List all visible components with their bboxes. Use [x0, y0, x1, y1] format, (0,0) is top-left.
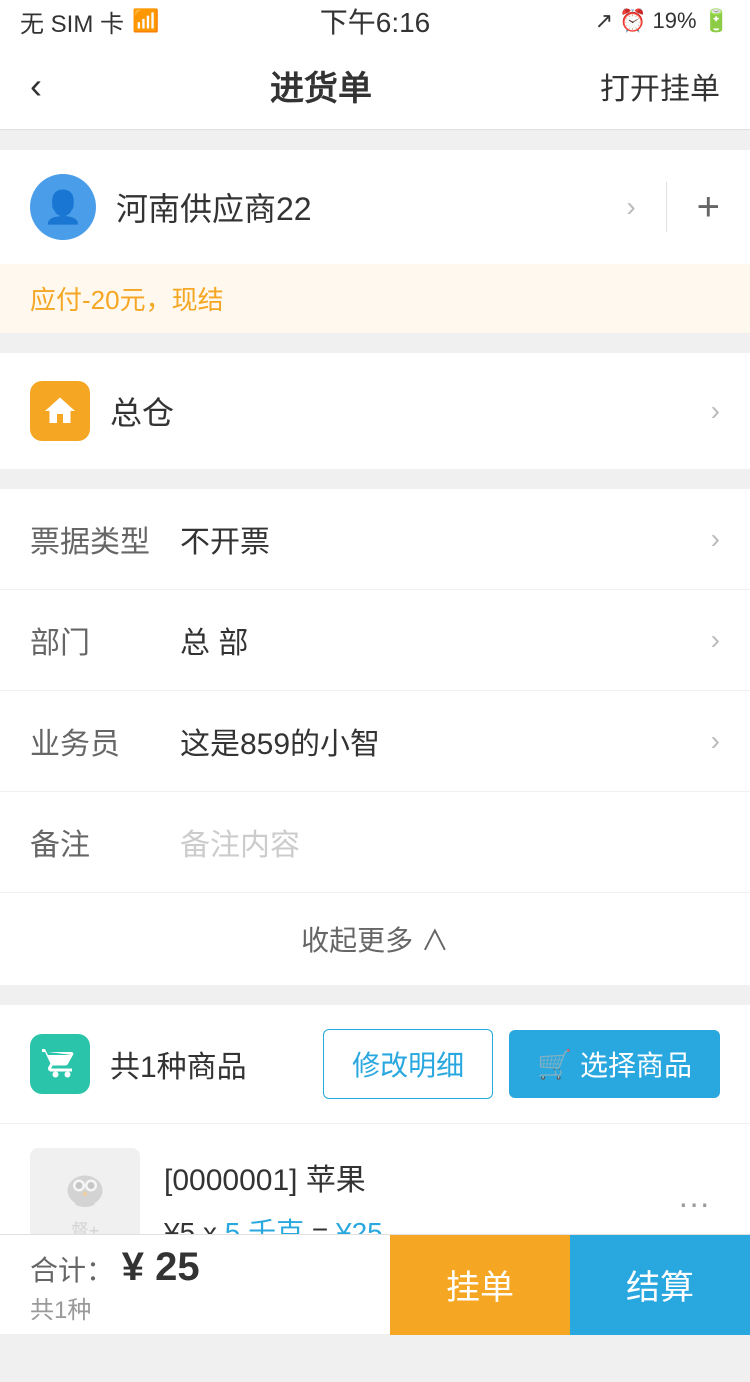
product-icon	[42, 1046, 78, 1082]
salesperson-row[interactable]: 业务员 这是859的小智 ›	[0, 690, 750, 791]
supplier-row[interactable]: 👤 河南供应商22 › +	[0, 150, 750, 264]
checkout-label: 结算	[626, 1260, 694, 1309]
total-amount: ¥ 25	[122, 1245, 200, 1289]
nav-bar: ‹ 进货单 打开挂单	[0, 42, 750, 130]
salesperson-label: 业务员	[30, 719, 170, 763]
salesperson-value: 这是859的小智	[170, 719, 711, 763]
open-hang-button[interactable]: 打开挂单	[600, 64, 720, 108]
select-product-icon: 🛒	[537, 1048, 572, 1081]
invoice-type-label: 票据类型	[30, 517, 170, 561]
status-bar-right: ↗ ⏰ 19% 🔋	[595, 8, 730, 34]
thumb-placeholder: 督+	[60, 1163, 110, 1243]
select-product-label: 选择商品	[580, 1044, 692, 1084]
product-code: [0000001]	[164, 1164, 297, 1197]
divider-1	[0, 130, 750, 150]
warehouse-row[interactable]: 总仓 ›	[0, 353, 750, 469]
invoice-type-chevron-icon: ›	[711, 523, 720, 555]
total-label: 合计：	[30, 1255, 114, 1286]
department-label: 部门	[30, 618, 170, 662]
supplier-avatar: 👤	[30, 174, 96, 240]
divider-3	[0, 469, 750, 489]
department-row[interactable]: 部门 总 部 ›	[0, 589, 750, 690]
hang-order-button[interactable]: 挂单	[390, 1235, 570, 1335]
wifi-icon: 📶	[132, 8, 159, 34]
supplier-vertical-divider	[666, 182, 667, 232]
salesperson-chevron-icon: ›	[711, 725, 720, 757]
remark-label: 备注	[30, 820, 170, 864]
page-title: 进货单	[270, 61, 372, 110]
collapse-label: 收起更多 ∧	[301, 925, 449, 956]
edit-detail-button[interactable]: 修改明细	[323, 1029, 493, 1099]
warehouse-name: 总仓	[110, 388, 711, 434]
product-section-header: 共1种商品 修改明细 🛒 选择商品	[0, 985, 750, 1123]
status-bar: 无 SIM 卡 📶 下午6:16 ↗ ⏰ 19% 🔋	[0, 0, 750, 42]
total-sub-label: 共1种	[30, 1290, 360, 1325]
total-section: 合计： ¥ 25 共1种	[0, 1245, 390, 1325]
department-chevron-icon: ›	[711, 624, 720, 656]
notice-text: 应付-20元，现结	[30, 285, 224, 315]
invoice-type-row[interactable]: 票据类型 不开票 ›	[0, 489, 750, 589]
warehouse-icon	[42, 393, 78, 429]
department-value: 总 部	[170, 618, 711, 662]
bottom-bar: 合计： ¥ 25 共1种 挂单 结算	[0, 1234, 750, 1334]
warehouse-icon-bg	[30, 381, 90, 441]
add-button[interactable]: +	[697, 185, 720, 230]
warehouse-section: 总仓 ›	[0, 353, 750, 469]
carrier-text: 无 SIM 卡	[20, 4, 124, 39]
invoice-type-value: 不开票	[170, 517, 711, 561]
remark-input[interactable]: 备注内容	[170, 820, 720, 864]
product-more-button[interactable]: ···	[668, 1175, 720, 1232]
checkout-button[interactable]: 结算	[570, 1235, 750, 1335]
hang-order-label: 挂单	[446, 1260, 514, 1309]
status-bar-time: 下午6:16	[320, 1, 431, 41]
supplier-chevron-icon: ›	[626, 191, 635, 223]
product-title: 苹果	[306, 1164, 366, 1197]
divider-2	[0, 333, 750, 353]
form-section: 票据类型 不开票 › 部门 总 部 › 业务员 这是859的小智 › 备注 备注…	[0, 489, 750, 985]
warehouse-chevron-icon: ›	[711, 395, 720, 427]
status-bar-left: 无 SIM 卡 📶	[20, 4, 159, 39]
owl-icon	[60, 1163, 110, 1213]
back-button[interactable]: ‹	[30, 65, 42, 107]
supplier-section: 👤 河南供应商22 › + 应付-20元，现结	[0, 150, 750, 333]
supplier-name: 河南供应商22	[116, 184, 626, 230]
battery-text: 19%	[653, 8, 697, 34]
notice-bar: 应付-20元，现结	[0, 264, 750, 333]
battery-icon: 🔋	[703, 8, 730, 34]
avatar-icon: 👤	[43, 188, 83, 226]
select-product-button[interactable]: 🛒 选择商品	[509, 1030, 720, 1098]
product-name: [0000001] 苹果	[164, 1155, 668, 1199]
product-count-label: 共1种商品	[110, 1042, 323, 1086]
location-icon: ↗	[595, 8, 613, 34]
product-icon-bg	[30, 1034, 90, 1094]
alarm-icon: ⏰	[619, 8, 646, 34]
collapse-bar[interactable]: 收起更多 ∧	[0, 892, 750, 985]
remark-row[interactable]: 备注 备注内容	[0, 791, 750, 892]
